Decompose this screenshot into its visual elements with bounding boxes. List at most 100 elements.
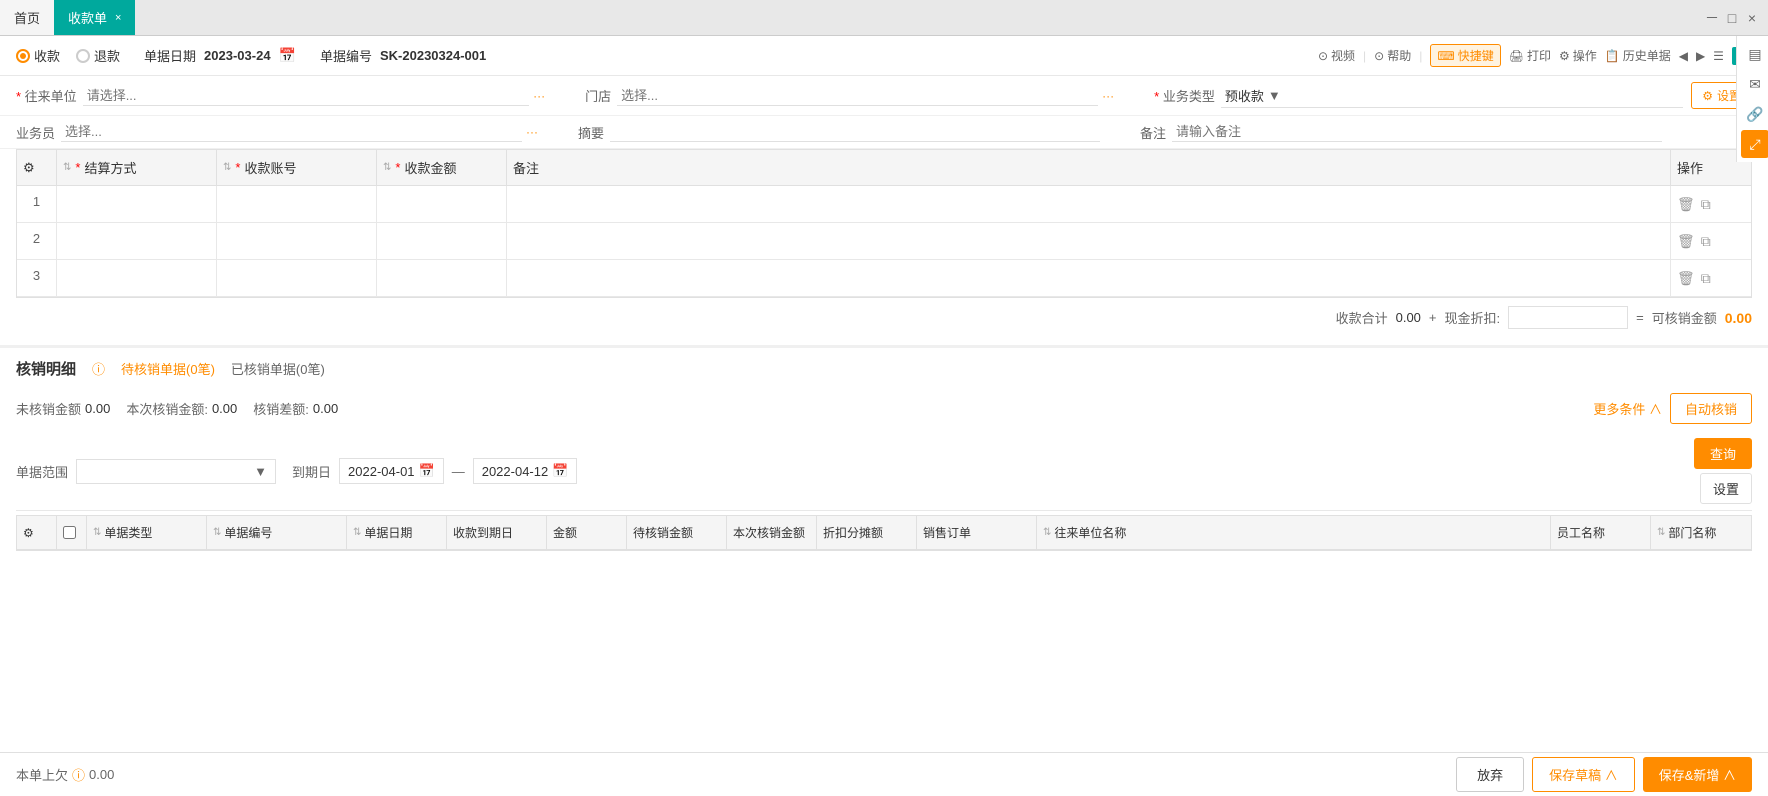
form-fields-row1: 往来单位 ··· 门店 ··· 业务类型 预收款 ▼ ⚙ 设置 (0, 76, 1768, 116)
tab-home-label: 首页 (14, 8, 40, 27)
note-label: 备注 (1140, 123, 1166, 142)
help-btn[interactable]: ⊙ 帮助 (1374, 47, 1411, 64)
discount-input[interactable] (1508, 306, 1628, 329)
more-conditions-link[interactable]: 更多条件 ∧ (1593, 399, 1662, 418)
cell-amount-3[interactable] (377, 260, 507, 296)
btcol-due-date: 收款到期日 (447, 516, 547, 549)
cell-action-1: 🗑 ⧉ (1671, 186, 1751, 222)
radio-receipt[interactable]: 收款 (16, 46, 60, 65)
tab-close-btn[interactable]: × (115, 12, 121, 24)
rp-mail-icon[interactable]: ✉ (1741, 70, 1768, 98)
shortcut-btn[interactable]: ⌨ 快捷键 (1430, 44, 1500, 67)
due-date-label: 到期日 (292, 462, 331, 481)
delete-icon-3[interactable]: 🗑 (1677, 270, 1695, 287)
table-settings-btn[interactable]: 设置 (1700, 473, 1752, 504)
tab-bar: 首页 收款单 × － □ × (0, 0, 1768, 36)
delete-icon-2[interactable]: 🗑 (1677, 233, 1695, 250)
cell-payment-3[interactable] (57, 260, 217, 296)
tab-home[interactable]: 首页 (0, 0, 54, 35)
rp-table-icon[interactable]: ▤ (1741, 40, 1768, 68)
cell-account-3[interactable] (217, 260, 377, 296)
counterpart-more[interactable]: ··· (533, 89, 545, 103)
cell-payment-1[interactable] (57, 186, 217, 222)
save-new-btn[interactable]: 保存&新增 ∧ (1643, 757, 1752, 792)
prev-btn[interactable]: ◀ (1679, 49, 1688, 63)
range-label: 单据范围 (16, 462, 68, 481)
verify-section: 核销明细 ⓘ 待核销单据(0笔) 已核销单据(0笔) 未核销金额 0.00 本次… (0, 345, 1768, 551)
col-note: 备注 (507, 150, 1671, 185)
bottom-table-header: ⚙ ⇅ 单据类型 ⇅ 单据编号 ⇅ 单据日期 收款到期日 (17, 516, 1751, 550)
verify-title: 核销明细 (16, 358, 76, 379)
note-input[interactable] (1172, 122, 1662, 142)
date-to-picker[interactable]: 2022-04-12 📅 (473, 458, 578, 484)
query-btn[interactable]: 查询 (1694, 438, 1752, 469)
tab-receipt[interactable]: 收款单 × (54, 0, 135, 35)
operations-btn[interactable]: ⚙ 操作 (1559, 47, 1597, 64)
tab-pending[interactable]: 待核销单据(0笔) (121, 359, 215, 378)
calendar-icon[interactable]: 📅 (279, 47, 296, 64)
info-value: 0.00 (89, 767, 114, 782)
save-draft-btn[interactable]: 保存草稿 ∧ (1532, 757, 1635, 792)
store-more[interactable]: ··· (1102, 89, 1114, 103)
equals-sign: = (1636, 310, 1644, 325)
copy-icon-3[interactable]: ⧉ (1701, 270, 1711, 287)
cell-note-2[interactable] (507, 223, 1671, 259)
counterpart-input[interactable] (83, 86, 529, 106)
btcol-checkbox[interactable] (57, 516, 87, 549)
cell-amount-1[interactable] (377, 186, 507, 222)
delete-icon-1[interactable]: 🗑 (1677, 196, 1695, 213)
cell-note-1[interactable] (507, 186, 1671, 222)
btcol-settings[interactable]: ⚙ (17, 516, 57, 549)
btcol-dept: ⇅ 部门名称 (1651, 516, 1751, 549)
btcol-staff: 员工名称 (1551, 516, 1651, 549)
business-type-select[interactable]: 预收款 ▼ (1221, 84, 1683, 108)
cell-action-2: 🗑 ⧉ (1671, 223, 1751, 259)
auto-verify-btn[interactable]: 自动核销 (1670, 393, 1752, 424)
date-from-picker[interactable]: 2022-04-01 📅 (339, 458, 444, 484)
window-controls: － □ × (1704, 10, 1768, 26)
receipt-table: ⚙ ⇅ * 结算方式 ⇅ * 收款账号 ⇅ * 收款金额 备注 操作 1 (16, 149, 1752, 298)
tab-done[interactable]: 已核销单据(0笔) (231, 359, 325, 378)
summary-field: 摘要 (578, 122, 1100, 142)
minimize-btn[interactable]: － (1704, 10, 1720, 26)
rp-link-icon[interactable]: 🔗 (1741, 100, 1768, 128)
cell-account-1[interactable] (217, 186, 377, 222)
pending-tab-label: 待核销单据(0笔) (121, 359, 215, 378)
radio-dot-receipt (16, 49, 30, 63)
cell-payment-2[interactable] (57, 223, 217, 259)
current-value: 0.00 (212, 401, 237, 416)
diff-value: 0.00 (313, 401, 338, 416)
list-view-btn[interactable]: ☰ (1713, 49, 1724, 63)
summary-input[interactable] (610, 122, 1100, 142)
select-all-checkbox[interactable] (63, 526, 76, 539)
history-btn[interactable]: 📋 历史单据 (1605, 47, 1671, 64)
copy-icon-1[interactable]: ⧉ (1701, 196, 1711, 213)
next-btn[interactable]: ▶ (1696, 49, 1705, 63)
video-btn[interactable]: ⊙ 视频 (1318, 47, 1355, 64)
radio-refund[interactable]: 退款 (76, 46, 120, 65)
row-num-1: 1 (17, 186, 57, 222)
print-btn[interactable]: 🖨 打印 (1509, 47, 1551, 64)
cell-amount-2[interactable] (377, 223, 507, 259)
rp-expand-icon[interactable]: ⤢ (1741, 130, 1768, 158)
cell-account-2[interactable] (217, 223, 377, 259)
col-settings[interactable]: ⚙ (17, 150, 57, 185)
bill-no-value: SK-20230324-001 (380, 48, 486, 63)
col-receipt-account: ⇅ * 收款账号 (217, 150, 377, 185)
bill-date-label: 单据日期 (144, 46, 196, 65)
bottom-table: ⚙ ⇅ 单据类型 ⇅ 单据编号 ⇅ 单据日期 收款到期日 (16, 515, 1752, 551)
range-select[interactable]: ▼ (76, 459, 276, 484)
copy-icon-2[interactable]: ⧉ (1701, 233, 1711, 250)
close-btn[interactable]: × (1744, 10, 1760, 26)
staff-more[interactable]: ··· (526, 125, 538, 139)
info-icon[interactable]: ⓘ (72, 765, 85, 784)
bottom-bar: 本单上欠 ⓘ 0.00 放弃 保存草稿 ∧ 保存&新增 ∧ (0, 752, 1768, 796)
store-input[interactable] (617, 86, 1098, 106)
verify-info-icon[interactable]: ⓘ (92, 359, 105, 378)
maximize-btn[interactable]: □ (1724, 10, 1740, 26)
btcol-current: 本次核销金额 (727, 516, 817, 549)
tab-receipt-label: 收款单 (68, 8, 107, 27)
cell-note-3[interactable] (507, 260, 1671, 296)
abandon-btn[interactable]: 放弃 (1456, 757, 1524, 792)
staff-input[interactable] (61, 122, 522, 142)
